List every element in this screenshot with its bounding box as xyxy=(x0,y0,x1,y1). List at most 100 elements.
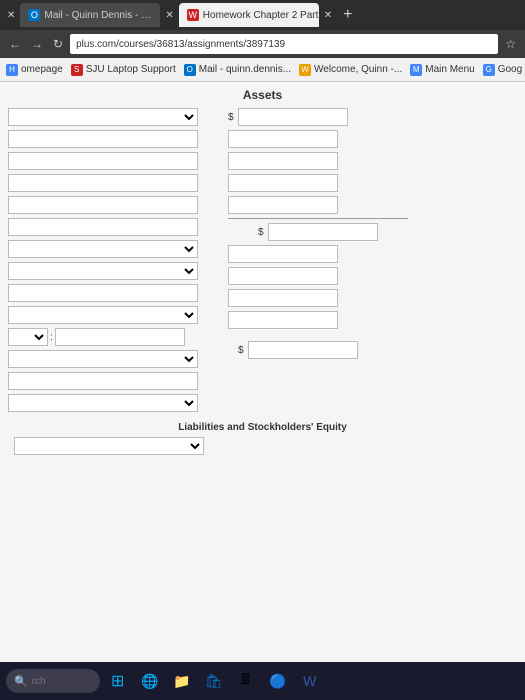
input-left-13[interactable] xyxy=(8,372,198,390)
input-left-2[interactable] xyxy=(8,130,198,148)
right-input-10[interactable] xyxy=(228,311,338,329)
bookmark-mail-icon: O xyxy=(184,64,196,76)
new-tab-button[interactable]: + xyxy=(337,6,358,24)
right-row-5 xyxy=(228,196,517,214)
taskbar-chrome-icon[interactable]: 🔵 xyxy=(264,667,292,695)
left-row-9 xyxy=(8,284,218,302)
select-6[interactable] xyxy=(8,350,198,368)
reload-button[interactable]: ↻ xyxy=(50,37,66,51)
input-left-4[interactable] xyxy=(8,174,198,192)
bookmark-google-icon: G xyxy=(483,64,495,76)
right-input-3[interactable] xyxy=(228,152,338,170)
page-content: Assets xyxy=(0,82,525,662)
left-row-8 xyxy=(8,262,218,280)
bookmark-sjulaptop[interactable]: S SJU Laptop Support xyxy=(71,64,176,76)
right-row-3 xyxy=(228,152,517,170)
address-bar-row: ← → ↻ ☆ xyxy=(0,30,525,58)
right-row-9 xyxy=(228,289,517,307)
select-4[interactable] xyxy=(8,306,198,324)
taskbar-edge-icon[interactable]: 🌐 xyxy=(136,667,164,695)
dollar-sign-2: $ xyxy=(258,227,264,238)
right-input-9[interactable] xyxy=(228,289,338,307)
bookmark-homepage[interactable]: H omepage xyxy=(6,64,63,76)
bookmark-welcome-label: Welcome, Quinn -... xyxy=(314,64,402,75)
select-2[interactable] xyxy=(8,240,198,258)
bookmark-homepage-icon: H xyxy=(6,64,18,76)
left-row-11: : xyxy=(8,328,218,346)
input-left-11[interactable] xyxy=(55,328,185,346)
left-row-10 xyxy=(8,306,218,324)
bookmark-google-label: Goog xyxy=(498,64,522,75)
select-7[interactable] xyxy=(8,394,198,412)
bookmark-mainmenu[interactable]: M Main Menu xyxy=(410,64,474,76)
close-tab-active-btn[interactable]: ✕ xyxy=(321,10,335,21)
left-row-13 xyxy=(8,372,218,390)
colon-label: : xyxy=(50,332,53,343)
left-row-5 xyxy=(8,196,218,214)
left-row-6 xyxy=(8,218,218,236)
right-row-12: $ xyxy=(238,341,517,359)
bookmark-mail[interactable]: O Mail - quinn.dennis... xyxy=(184,64,291,76)
right-input-2[interactable] xyxy=(228,130,338,148)
input-left-9[interactable] xyxy=(8,284,198,302)
right-input-6[interactable] xyxy=(268,223,378,241)
bookmark-sjulaptop-icon: S xyxy=(71,64,83,76)
bookmark-bar: H omepage S SJU Laptop Support O Mail - … xyxy=(0,58,525,82)
taskbar-search-input[interactable] xyxy=(32,676,92,687)
bookmark-welcome[interactable]: W Welcome, Quinn -... xyxy=(299,64,402,76)
input-left-5[interactable] xyxy=(8,196,198,214)
right-row-4 xyxy=(228,174,517,192)
tab-mail-icon: O xyxy=(28,9,40,21)
taskbar-search[interactable]: 🔍 xyxy=(6,669,100,693)
right-input-4[interactable] xyxy=(228,174,338,192)
back-button[interactable]: ← xyxy=(6,37,24,51)
right-input-1[interactable] xyxy=(238,108,348,126)
bookmark-button[interactable]: ☆ xyxy=(502,37,519,51)
dollar-sign-3: $ xyxy=(238,345,244,356)
left-row-12 xyxy=(8,350,218,368)
bookmark-mainmenu-label: Main Menu xyxy=(425,64,474,75)
right-input-7[interactable] xyxy=(228,245,338,263)
section-label: Liabilities and Stockholders' Equity xyxy=(8,422,517,433)
forward-button[interactable]: → xyxy=(28,37,46,51)
tab-homework[interactable]: W Homework Chapter 2 Part 1 xyxy=(179,3,319,27)
bookmark-mainmenu-icon: M xyxy=(410,64,422,76)
address-input[interactable] xyxy=(70,34,498,54)
right-input-8[interactable] xyxy=(228,267,338,285)
right-row-8 xyxy=(228,267,517,285)
bookmark-homepage-label: omepage xyxy=(21,64,63,75)
select-3[interactable] xyxy=(8,262,198,280)
left-row-1 xyxy=(8,108,218,126)
tab-mail[interactable]: O Mail - Quinn Dennis - Outlook xyxy=(20,3,160,27)
left-row-2 xyxy=(8,130,218,148)
taskbar-windows-button[interactable]: ⊞ xyxy=(104,667,132,695)
right-input-12[interactable] xyxy=(248,341,358,359)
bookmark-welcome-icon: W xyxy=(299,64,311,76)
right-input-5[interactable] xyxy=(228,196,338,214)
right-row-2 xyxy=(228,130,517,148)
select-small-5[interactable] xyxy=(8,328,48,346)
taskbar-calc-icon[interactable]: 🖩 xyxy=(232,667,260,695)
tab-bar: ✕ O Mail - Quinn Dennis - Outlook ✕ W Ho… xyxy=(0,0,525,30)
taskbar-word-icon[interactable]: W xyxy=(296,667,324,695)
taskbar: 🔍 ⊞ 🌐 📁 🛍 🖩 🔵 W xyxy=(0,662,525,700)
form-section: : $ xyxy=(8,108,517,416)
bottom-row-1 xyxy=(8,437,517,455)
select-bottom-1[interactable] xyxy=(14,437,204,455)
input-left-6[interactable] xyxy=(8,218,198,236)
right-row-7 xyxy=(228,245,517,263)
close-tab-1-btn[interactable]: ✕ xyxy=(4,10,18,21)
divider-line-1 xyxy=(228,218,408,219)
taskbar-file-icon[interactable]: 📁 xyxy=(168,667,196,695)
bookmark-google[interactable]: G Goog xyxy=(483,64,522,76)
close-tab-2-btn[interactable]: ✕ xyxy=(162,10,176,21)
select-1[interactable] xyxy=(8,108,198,126)
tab-homework-icon: W xyxy=(187,9,199,21)
left-row-3 xyxy=(8,152,218,170)
bookmark-mail-label: Mail - quinn.dennis... xyxy=(199,64,291,75)
taskbar-store-icon[interactable]: 🛍 xyxy=(200,667,228,695)
input-left-3[interactable] xyxy=(8,152,198,170)
page-title: Assets xyxy=(8,88,517,102)
tab-homework-label: Homework Chapter 2 Part 1 xyxy=(203,10,319,21)
tab-mail-label: Mail - Quinn Dennis - Outlook xyxy=(44,10,152,21)
